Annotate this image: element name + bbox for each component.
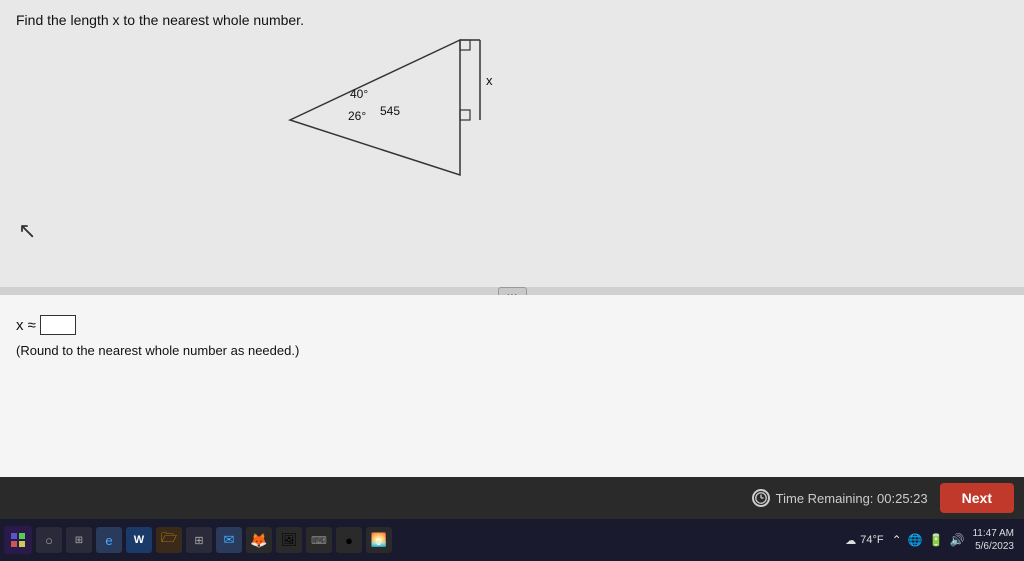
clock-date: 5/6/2023 bbox=[972, 540, 1014, 553]
diagram-svg: 40° 26° 545 x bbox=[260, 20, 540, 210]
answer-input[interactable] bbox=[40, 315, 76, 335]
wifi-icon[interactable]: 🌐 bbox=[908, 533, 923, 547]
timer-section: Time Remaining: 00:25:23 bbox=[752, 489, 928, 507]
timer-icon bbox=[752, 489, 770, 507]
cursor-arrow: ↖ bbox=[18, 218, 36, 244]
search-button[interactable]: ○ bbox=[36, 527, 62, 553]
mail-icon[interactable]: ✉ bbox=[216, 527, 242, 553]
chrome-icon[interactable]: ● bbox=[336, 527, 362, 553]
task-view-button[interactable]: ⊞ bbox=[66, 527, 92, 553]
cloud-icon: ☁ bbox=[845, 534, 856, 547]
start-button[interactable] bbox=[4, 526, 32, 554]
bottom-toolbar: Time Remaining: 00:25:23 Next bbox=[0, 477, 1024, 519]
svg-text:x: x bbox=[486, 73, 493, 88]
temperature: 74°F bbox=[860, 534, 883, 546]
keyboard-icon[interactable]: ⌨ bbox=[306, 527, 332, 553]
taskbar: ○ ⊞ e W 🗁 ⊞ ✉ 🦊 🖼 ⌨ ● 🌅 ☁ 74°F ⌃ 🌐 bbox=[0, 519, 1024, 561]
file-explorer-icon[interactable]: 🗁 bbox=[156, 527, 182, 553]
question-area: Find the length x to the nearest whole n… bbox=[0, 0, 1024, 295]
clock-section[interactable]: 11:47 AM 5/6/2023 bbox=[972, 527, 1014, 553]
gallery-icon[interactable]: 🌅 bbox=[366, 527, 392, 553]
answer-prefix: x ≈ bbox=[16, 317, 36, 334]
word-icon[interactable]: W bbox=[126, 527, 152, 553]
system-icons: ⌃ 🌐 🔋 🔊 bbox=[892, 533, 965, 547]
timer-label: Time Remaining: 00:25:23 bbox=[776, 491, 928, 506]
answer-line: x ≈ bbox=[16, 315, 1008, 335]
network-icon[interactable]: ⌃ bbox=[892, 533, 902, 547]
svg-text:40°: 40° bbox=[350, 87, 368, 101]
taskbar-right: ☁ 74°F ⌃ 🌐 🔋 🔊 11:47 AM 5/6/2023 bbox=[845, 527, 1020, 553]
svg-text:545: 545 bbox=[380, 104, 400, 118]
volume-icon[interactable]: 🔊 bbox=[950, 533, 965, 547]
photos-icon[interactable]: 🖼 bbox=[276, 527, 302, 553]
round-note: (Round to the nearest whole number as ne… bbox=[16, 343, 1008, 358]
next-button[interactable]: Next bbox=[940, 483, 1014, 513]
edge-icon[interactable]: e bbox=[96, 527, 122, 553]
apps-icon[interactable]: ⊞ bbox=[186, 527, 212, 553]
clock-time: 11:47 AM bbox=[972, 527, 1014, 540]
battery-icon[interactable]: 🔋 bbox=[929, 533, 944, 547]
svg-text:26°: 26° bbox=[348, 109, 366, 123]
weather-display: ☁ 74°F bbox=[845, 534, 883, 547]
answer-area: x ≈ (Round to the nearest whole number a… bbox=[0, 295, 1024, 480]
firefox-icon[interactable]: 🦊 bbox=[246, 527, 272, 553]
